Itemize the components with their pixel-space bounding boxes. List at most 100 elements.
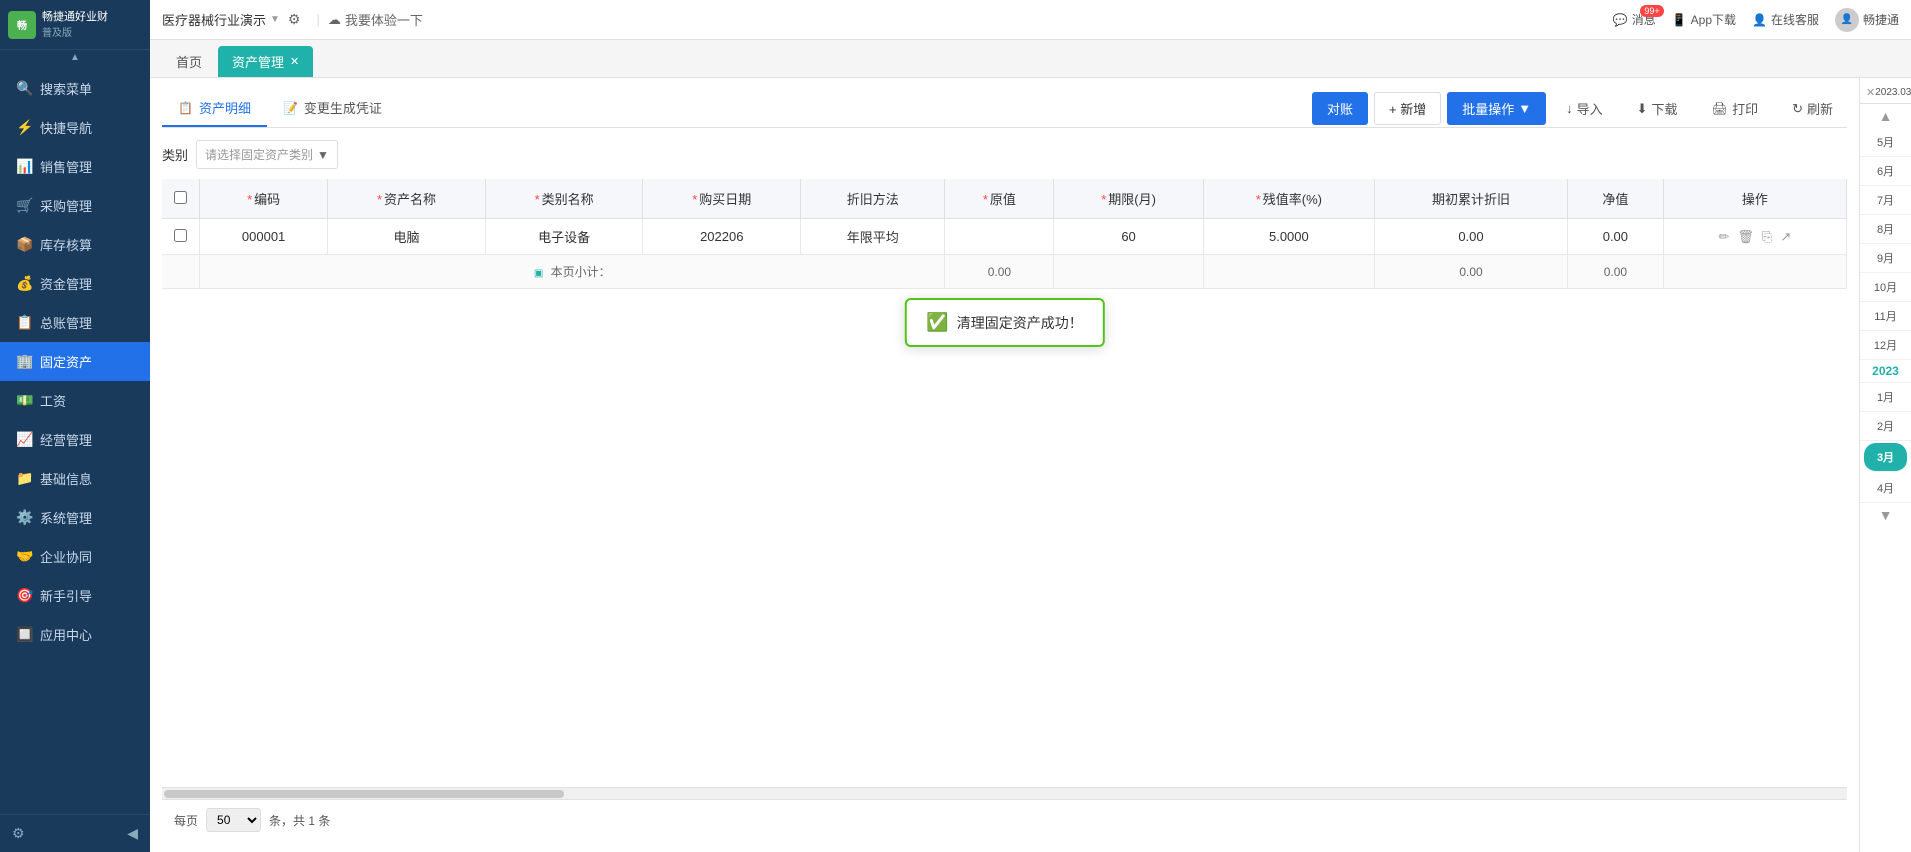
divider: |: [316, 12, 319, 27]
sidebar-item-quick-nav[interactable]: ⚡ 快捷导航: [0, 108, 150, 147]
subtab-asset-detail[interactable]: 📋 资产明细: [162, 90, 267, 127]
main-content: 📋 资产明细 📝 变更生成凭证 对账 + 新增 批量操作 ▼ ↓: [150, 78, 1859, 852]
subtotal-residual-empty: [1203, 255, 1374, 289]
category-filter-select[interactable]: 请选择固定资产类别 ▼: [196, 140, 338, 169]
cloud-icon: ☁: [328, 12, 341, 28]
sidebar: 畅 畅捷通好业财 普及版 ▲ 🔍 搜索菜单 ⚡ 快捷导航 📊 销售管理 🛒 采购…: [0, 0, 150, 852]
ops-icon: 📈: [16, 431, 32, 448]
copy-icon[interactable]: ⎘: [1762, 229, 1772, 245]
app-download-btn[interactable]: 📱 App下载: [1672, 11, 1736, 28]
op-icons: ✏ 🗑 ⎘ ↗: [1676, 229, 1834, 245]
tab-asset-mgmt[interactable]: 资产管理 ✕: [218, 46, 313, 77]
sidebar-item-label: 销售管理: [40, 157, 92, 176]
calendar-month-9[interactable]: 9月: [1860, 244, 1911, 273]
calendar-year-2023[interactable]: 2023: [1860, 360, 1911, 383]
table-footer: 每页 50 100 200 条，共 1 条: [162, 799, 1847, 840]
print-button[interactable]: 🖨 打印: [1698, 93, 1773, 124]
tab-close-icon[interactable]: ✕: [290, 55, 299, 68]
asset-detail-icon: 📋: [178, 101, 193, 115]
refresh-button[interactable]: ↻ 刷新: [1778, 93, 1847, 124]
row-depreciation-method: 年限平均: [801, 219, 945, 255]
calendar-month-1[interactable]: 1月: [1860, 383, 1911, 412]
tab-home[interactable]: 首页: [162, 46, 216, 77]
sidebar-item-system[interactable]: ⚙️ 系统管理: [0, 498, 150, 537]
inventory-icon: 📦: [16, 236, 32, 253]
voucher-icon: 📝: [283, 101, 298, 115]
calendar-month-2[interactable]: 2月: [1860, 412, 1911, 441]
collapse-icon[interactable]: ◀: [127, 825, 138, 842]
quick-nav-icon: ⚡: [16, 119, 32, 136]
import-button[interactable]: ↓ 导入: [1552, 93, 1617, 124]
sidebar-item-enterprise[interactable]: 🤝 企业协同: [0, 537, 150, 576]
sidebar-item-basic-info[interactable]: 📁 基础信息: [0, 459, 150, 498]
sidebar-item-ops[interactable]: 📈 经营管理: [0, 420, 150, 459]
download-icon-btn: ⬇: [1637, 101, 1648, 117]
sidebar-item-funds[interactable]: 💰 资金管理: [0, 264, 150, 303]
per-page-select[interactable]: 50 100 200: [206, 808, 261, 832]
sales-icon: 📊: [16, 158, 32, 175]
download-button[interactable]: ⬇ 下载: [1623, 93, 1692, 124]
edit-icon[interactable]: ✏: [1718, 229, 1729, 245]
sidebar-item-guide[interactable]: 🎯 新手引导: [0, 576, 150, 615]
right-sidebar-close-icon[interactable]: ✕: [1866, 86, 1875, 99]
calendar-month-6[interactable]: 6月: [1860, 157, 1911, 186]
sidebar-item-apps[interactable]: 🔲 应用中心: [0, 615, 150, 654]
company-selector[interactable]: 医疗器械行业演示 ▼: [162, 10, 280, 29]
sidebar-scroll-up-icon[interactable]: ▲: [70, 52, 80, 63]
more-icon[interactable]: ↗: [1780, 229, 1791, 245]
online-service-btn[interactable]: 👤 在线客服: [1752, 11, 1819, 28]
import-label: 导入: [1577, 99, 1603, 118]
sidebar-item-inventory[interactable]: 📦 库存核算: [0, 225, 150, 264]
row-accumulated-depreciation: 0.00: [1374, 219, 1567, 255]
sidebar-item-label: 企业协同: [40, 547, 92, 566]
user-btn[interactable]: 👤 畅捷通: [1835, 8, 1899, 32]
sidebar-item-purchase[interactable]: 🛒 采购管理: [0, 186, 150, 225]
message-btn[interactable]: 💬 消息 99+: [1613, 11, 1656, 28]
new-button[interactable]: + 新增: [1374, 92, 1441, 125]
company-dropdown-icon: ▼: [270, 14, 280, 25]
calendar-month-5[interactable]: 5月: [1860, 128, 1911, 157]
fixed-assets-icon: 🏢: [16, 353, 32, 370]
calendar-down-arrow-icon[interactable]: ▼: [1875, 503, 1897, 527]
funds-icon: 💰: [16, 275, 32, 292]
header-depreciation-method: 折旧方法: [801, 179, 945, 219]
calendar-month-10[interactable]: 10月: [1860, 273, 1911, 302]
calendar-month-12[interactable]: 12月: [1860, 331, 1911, 360]
sidebar-item-sales[interactable]: 📊 销售管理: [0, 147, 150, 186]
calendar-month-11[interactable]: 11月: [1860, 302, 1911, 331]
search-icon: 🔍: [16, 80, 32, 97]
sidebar-item-payroll[interactable]: 💵 工资: [0, 381, 150, 420]
calendar-month-4[interactable]: 4月: [1860, 474, 1911, 503]
calendar-month-3[interactable]: 3月: [1864, 443, 1907, 472]
subtotal-label: 本页小计：: [551, 265, 611, 279]
subtab-voucher[interactable]: 📝 变更生成凭证: [267, 90, 398, 127]
subtotal-icon: ▣: [534, 268, 543, 279]
batch-ops-button[interactable]: 批量操作 ▼: [1447, 92, 1546, 125]
basic-info-icon: 📁: [16, 470, 32, 487]
success-popup: ✅ 清理固定资产成功！: [904, 298, 1104, 347]
success-message: 清理固定资产成功！: [957, 313, 1083, 333]
sidebar-item-fixed-assets[interactable]: 🏢 固定资产: [0, 342, 150, 381]
experience-btn[interactable]: ☁ 我要体验一下: [328, 10, 423, 29]
settings-bottom-icon[interactable]: ⚙: [12, 825, 25, 842]
topbar-settings-icon[interactable]: ⚙: [288, 11, 301, 28]
sidebar-item-search[interactable]: 🔍 搜索菜单: [0, 69, 150, 108]
sidebar-item-label: 搜索菜单: [40, 79, 92, 98]
table-scrollbar[interactable]: [162, 787, 1847, 799]
calendar-month-7[interactable]: 7月: [1860, 186, 1911, 215]
purchase-icon: 🛒: [16, 197, 32, 214]
delete-icon[interactable]: 🗑: [1737, 229, 1754, 245]
filter-label: 类别: [162, 145, 188, 164]
row-category: 电子设备: [485, 219, 643, 255]
app-download-label: App下载: [1691, 11, 1736, 28]
sidebar-item-ledger[interactable]: 📋 总账管理: [0, 303, 150, 342]
reconcile-button[interactable]: 对账: [1312, 92, 1368, 125]
select-all-checkbox[interactable]: [174, 191, 187, 204]
import-icon: ↓: [1566, 101, 1573, 116]
tab-home-label: 首页: [176, 55, 202, 70]
row-checkbox[interactable]: [174, 229, 187, 242]
sidebar-item-label: 工资: [40, 391, 66, 410]
category-filter-text: 请选择固定资产类别: [205, 146, 313, 163]
calendar-month-8[interactable]: 8月: [1860, 215, 1911, 244]
calendar-up-arrow-icon[interactable]: ▲: [1875, 104, 1897, 128]
